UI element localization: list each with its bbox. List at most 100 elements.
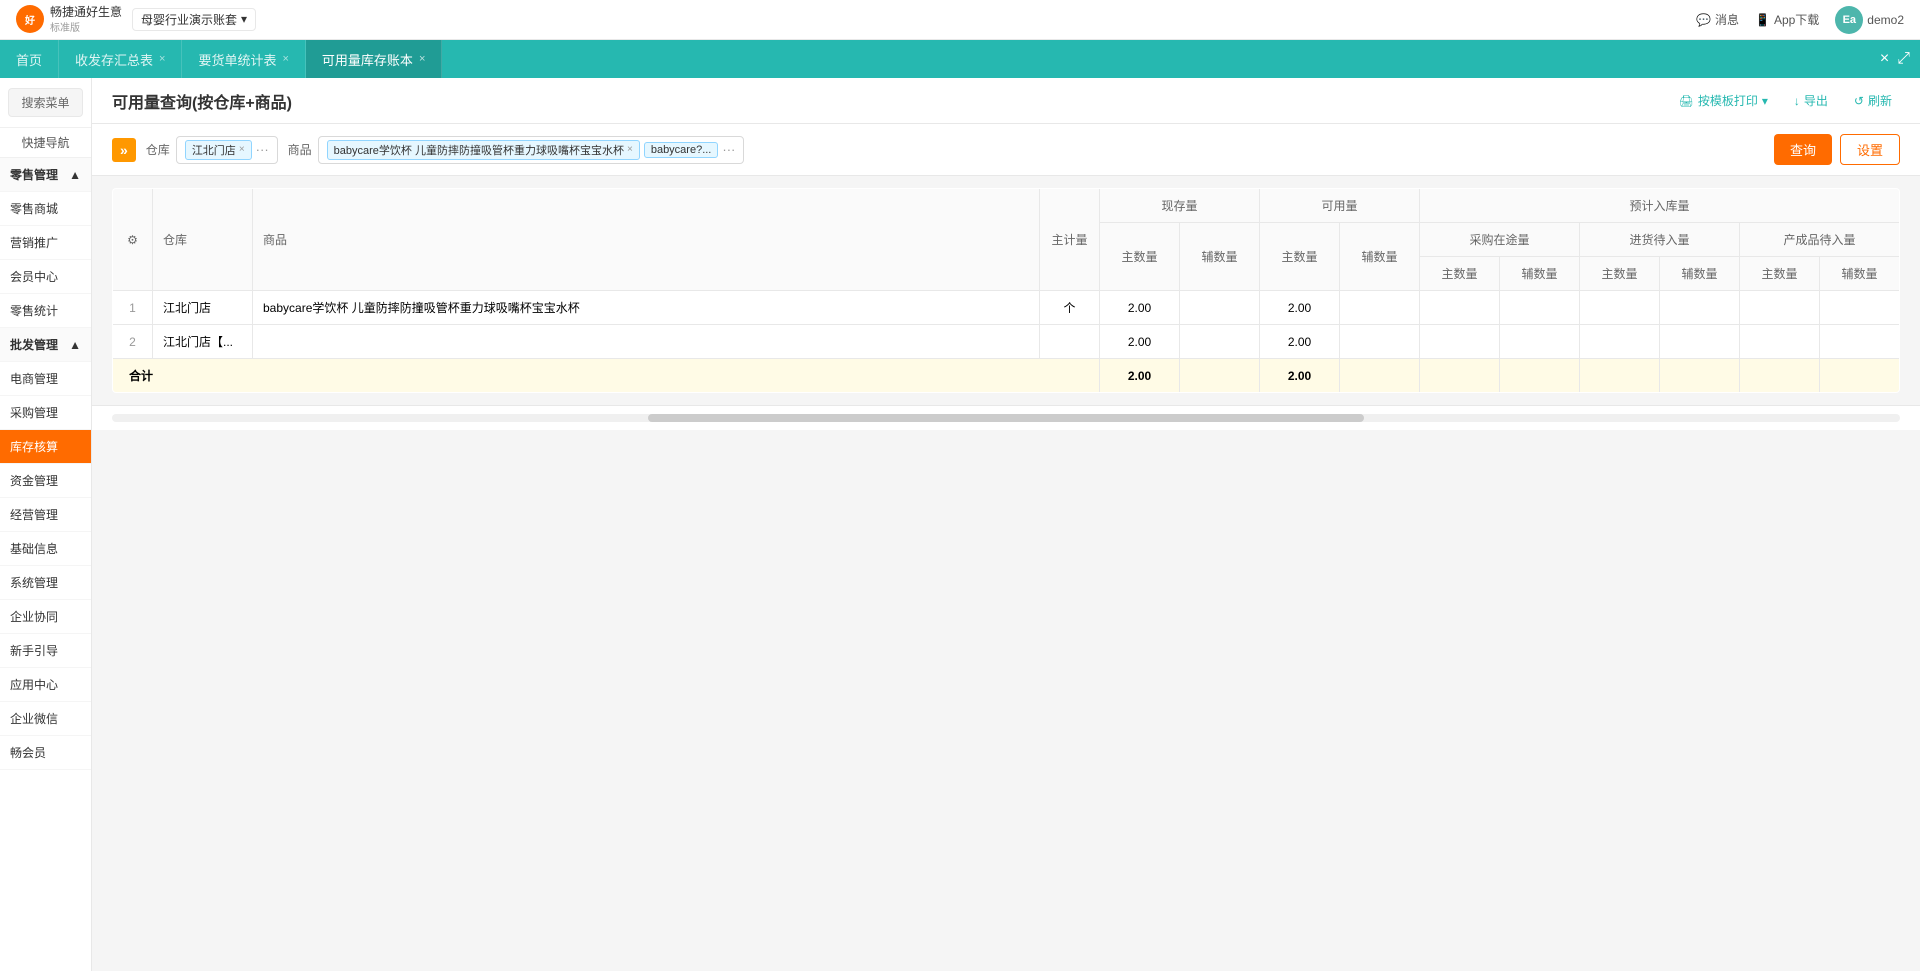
setting-btn[interactable]: 设置	[1840, 134, 1900, 165]
product-tag-1-text: babycare学饮杯 儿童防摔防撞吸管杯重力球吸嘴杯宝宝水杯	[334, 142, 624, 158]
cell-production-aux	[1820, 325, 1900, 359]
expand-btn[interactable]: ⤢	[1897, 50, 1910, 68]
th-gear[interactable]: ⚙	[113, 189, 153, 291]
sidebar-item-purchase[interactable]: 采购管理	[0, 396, 91, 430]
sidebar-marketing-label: 营销推广	[10, 234, 58, 251]
sidebar-item-retail-mgmt[interactable]: 零售管理 ▲	[0, 158, 91, 192]
warehouse-tag-container[interactable]: 江北门店 × ···	[176, 136, 278, 164]
top-bar: 好 畅捷通好生意 标准版 母婴行业演示账套 ▾ 💬 消息 📱 App下载 Ea …	[0, 0, 1920, 40]
th-purchase-group: 采购在途量	[1420, 223, 1580, 257]
chevron-icon-2: ▲	[69, 338, 81, 352]
product-tag-1: babycare学饮杯 儿童防摔防撞吸管杯重力球吸嘴杯宝宝水杯 ×	[327, 140, 640, 160]
sidebar-search-btn[interactable]: 搜索菜单	[8, 88, 83, 117]
total-row: 合计 2.00 2.00	[113, 359, 1900, 393]
sidebar-retail-stats-label: 零售统计	[10, 302, 58, 319]
table-area: ⚙ 仓库 商品 主计量 现存量	[92, 176, 1920, 405]
tab-available-stock-label: 可用量库存账本	[322, 50, 413, 69]
th-forecast-group: 预计入库量	[1420, 189, 1900, 223]
print-btn[interactable]: 🖨 按模板打印 ▾	[1671, 88, 1776, 113]
sidebar-item-wholesale[interactable]: 批发管理 ▲	[0, 328, 91, 362]
product-tag-1-remove[interactable]: ×	[627, 144, 633, 155]
filter-bar: » 仓库 江北门店 × ··· 商品 babycare学饮杯 儿童防摔防撞吸管杯…	[92, 124, 1920, 176]
tab-home-label: 首页	[16, 50, 42, 69]
print-chevron: ▾	[1762, 94, 1768, 108]
horizontal-scrollbar[interactable]	[112, 414, 1900, 422]
cell-warehouse: 江北门店【...	[153, 325, 253, 359]
sidebar-item-enterprise[interactable]: 企业协同	[0, 600, 91, 634]
user-action[interactable]: Ea demo2	[1835, 6, 1904, 34]
total-stock-aux	[1180, 359, 1260, 393]
top-bar-left: 好 畅捷通好生意 标准版 母婴行业演示账套 ▾	[16, 5, 256, 34]
sidebar-item-ecommerce[interactable]: 电商管理	[0, 362, 91, 396]
close-tab-stock-summary[interactable]: ×	[159, 53, 165, 65]
sidebar-item-system[interactable]: 系统管理	[0, 566, 91, 600]
content-area: 可用量查询(按仓库+商品) 🖨 按模板打印 ▾ ↓ 导出 ↺ 刷新 »	[92, 78, 1920, 971]
sidebar-item-finance[interactable]: 资金管理	[0, 464, 91, 498]
cell-incoming-main	[1580, 291, 1660, 325]
tab-order-stats[interactable]: 要货单统计表 ×	[182, 40, 305, 78]
th-stock-main: 主数量	[1100, 223, 1180, 291]
scrollbar-thumb[interactable]	[648, 414, 1363, 422]
sidebar-purchase-label: 采购管理	[10, 404, 58, 421]
product-filter-label: 商品	[288, 141, 312, 158]
cell-product: babycare学饮杯 儿童防摔防撞吸管杯重力球吸嘴杯宝宝水杯	[253, 291, 1040, 325]
cell-available-aux	[1340, 291, 1420, 325]
product-filter-group: 商品 babycare学饮杯 儿童防摔防撞吸管杯重力球吸嘴杯宝宝水杯 × bab…	[288, 136, 745, 164]
sidebar-membership-label: 会员中心	[10, 268, 58, 285]
tab-stock-summary[interactable]: 收发存汇总表 ×	[59, 40, 182, 78]
chevron-down-icon: ▾	[241, 12, 247, 26]
query-btn[interactable]: 查询	[1774, 134, 1832, 165]
warehouse-filter-dots[interactable]: ···	[256, 142, 269, 157]
product-filter-dots[interactable]: ···	[722, 142, 735, 157]
app-download-action[interactable]: 📱 App下载	[1755, 11, 1819, 28]
cell-available-main: 2.00	[1260, 325, 1340, 359]
th-production-group: 产成品待入量	[1740, 223, 1900, 257]
cell-stock-aux	[1180, 291, 1260, 325]
export-btn[interactable]: ↓ 导出	[1786, 88, 1836, 113]
warehouse-tag-remove[interactable]: ×	[239, 144, 245, 155]
nav-tabs: 首页 收发存汇总表 × 要货单统计表 × 可用量库存账本 × × ⤢	[0, 40, 1920, 78]
sidebar-item-membership[interactable]: 会员中心	[0, 260, 91, 294]
tab-available-stock[interactable]: 可用量库存账本 ×	[306, 40, 442, 78]
sidebar-search-area: 搜索菜单	[0, 78, 91, 128]
warehouse-tag: 江北门店 ×	[185, 140, 252, 160]
app-icon: 📱	[1755, 13, 1770, 27]
sidebar-item-quick-nav[interactable]: 快捷导航	[0, 128, 91, 158]
page-header: 可用量查询(按仓库+商品) 🖨 按模板打印 ▾ ↓ 导出 ↺ 刷新	[92, 78, 1920, 124]
sidebar-item-app-center[interactable]: 应用中心	[0, 668, 91, 702]
table-footer	[92, 405, 1920, 430]
sidebar-item-marketing[interactable]: 营销推广	[0, 226, 91, 260]
total-stock-main: 2.00	[1100, 359, 1180, 393]
sidebar-item-basic-info[interactable]: 基础信息	[0, 532, 91, 566]
th-stock-group: 现存量	[1100, 189, 1260, 223]
close-tab-order-stats[interactable]: ×	[282, 53, 288, 65]
close-tab-available-stock[interactable]: ×	[419, 53, 425, 65]
sidebar-operations-label: 经营管理	[10, 506, 58, 523]
sidebar-item-member[interactable]: 畅会员	[0, 736, 91, 770]
th-incoming-group: 进货待入量	[1580, 223, 1740, 257]
product-tag-container[interactable]: babycare学饮杯 儿童防摔防撞吸管杯重力球吸嘴杯宝宝水杯 × babyca…	[318, 136, 745, 164]
sidebar-item-inventory[interactable]: 库存核算	[0, 430, 91, 464]
industry-label: 母婴行业演示账套	[141, 11, 237, 28]
sidebar-ecommerce-label: 电商管理	[10, 370, 58, 387]
avatar: Ea	[1835, 6, 1863, 34]
sidebar-item-operations[interactable]: 经营管理	[0, 498, 91, 532]
table-row: 2 江北门店【... 2.00 2.00	[113, 325, 1900, 359]
sidebar-item-retail-mall[interactable]: 零售商城	[0, 192, 91, 226]
close-all-tabs-btn[interactable]: ×	[1880, 50, 1889, 68]
sidebar-item-retail-stats[interactable]: 零售统计	[0, 294, 91, 328]
tab-home[interactable]: 首页	[0, 40, 59, 78]
sidebar-item-newbie[interactable]: 新手引导	[0, 634, 91, 668]
sidebar-app-center-label: 应用中心	[10, 676, 58, 693]
th-incoming-aux: 辅数量	[1660, 257, 1740, 291]
message-label: 消息	[1715, 11, 1739, 28]
cell-production-main	[1740, 325, 1820, 359]
table-row: 1 江北门店 babycare学饮杯 儿童防摔防撞吸管杯重力球吸嘴杯宝宝水杯 个…	[113, 291, 1900, 325]
cell-product	[253, 325, 1040, 359]
filter-toggle-btn[interactable]: »	[112, 138, 136, 162]
refresh-btn[interactable]: ↺ 刷新	[1846, 88, 1900, 113]
sidebar-item-wechat[interactable]: 企业微信	[0, 702, 91, 736]
message-action[interactable]: 💬 消息	[1696, 11, 1739, 28]
industry-selector[interactable]: 母婴行业演示账套 ▾	[132, 8, 256, 31]
tab-order-stats-label: 要货单统计表	[198, 50, 276, 69]
